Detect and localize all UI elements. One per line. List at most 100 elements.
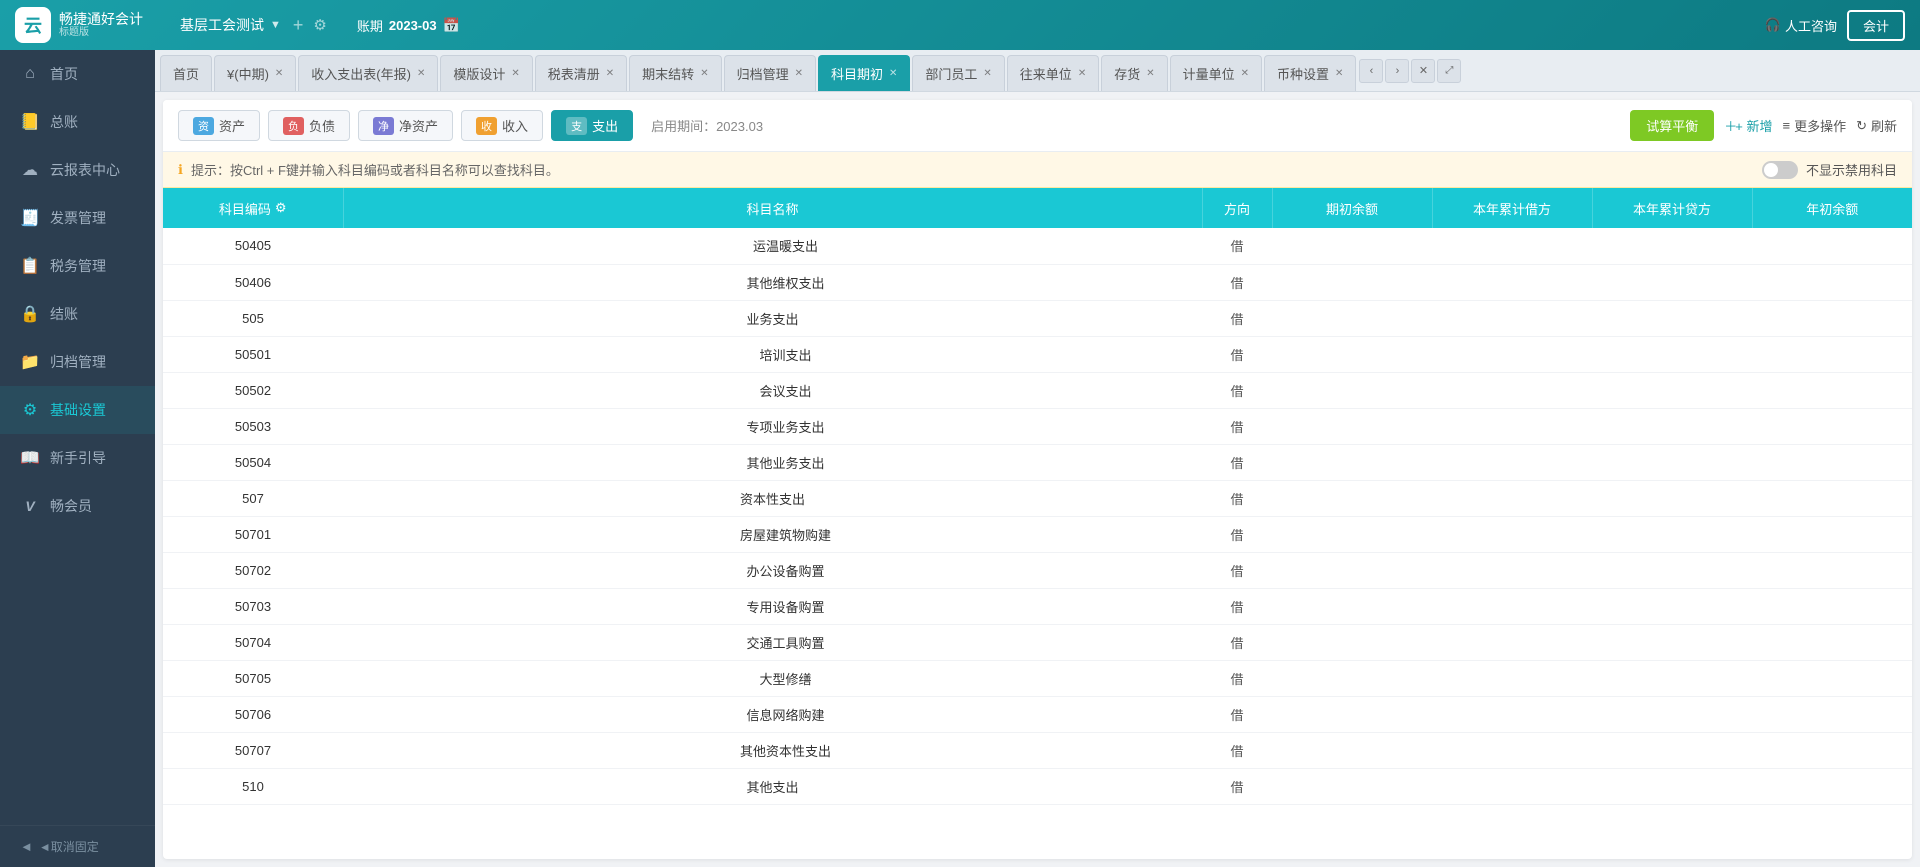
invoice-icon: 🧾 bbox=[20, 208, 40, 228]
th-code-gear[interactable]: 科目编码 ⚙ bbox=[219, 199, 287, 218]
table-row[interactable]: 50701 房屋建筑物购建 借 bbox=[163, 516, 1912, 552]
sidebar-item-close[interactable]: 🔒 结账 bbox=[0, 290, 155, 338]
sidebar-item-home[interactable]: ⌂ 首页 bbox=[0, 50, 155, 98]
add-workspace-btn[interactable]: + bbox=[293, 15, 304, 36]
refresh-btn[interactable]: ↻ 刷新 bbox=[1856, 116, 1897, 135]
tab-template-close[interactable]: ✕ bbox=[511, 68, 519, 79]
content-area: 首页 ¥(中期) ✕ 收入支出表(年报) ✕ 模版设计 ✕ 税表清册 ✕ 期末结… bbox=[155, 50, 1920, 867]
gear-icon[interactable]: ⚙ bbox=[275, 200, 287, 216]
tab-income[interactable]: 收入支出表(年报) ✕ bbox=[298, 55, 438, 91]
table-row[interactable]: 50706 信息网络购建 借 bbox=[163, 696, 1912, 732]
tab-unit-close[interactable]: ✕ bbox=[1078, 68, 1086, 79]
tab-mid[interactable]: ¥(中期) ✕ bbox=[214, 55, 296, 91]
kuaiji-btn[interactable]: 会计 bbox=[1847, 10, 1905, 41]
cell-dir: 借 bbox=[1202, 732, 1272, 768]
disable-toggle[interactable] bbox=[1762, 161, 1798, 179]
archive-icon: 📁 bbox=[20, 352, 40, 372]
sidebar-item-ledger[interactable]: 📒 总账 bbox=[0, 98, 155, 146]
table-row[interactable]: 507 资本性支出 借 bbox=[163, 480, 1912, 516]
sidebar-item-invoice[interactable]: 🧾 发票管理 bbox=[0, 194, 155, 242]
cell-code: 510 bbox=[163, 768, 343, 804]
cell-name: 其他支出 bbox=[343, 768, 1202, 804]
tab-mid-close[interactable]: ✕ bbox=[275, 68, 283, 79]
cell-credit bbox=[1592, 444, 1752, 480]
customer-service-btn[interactable]: 🎧 人工咨询 bbox=[1765, 16, 1837, 35]
tab-dept-close[interactable]: ✕ bbox=[983, 68, 991, 79]
cell-year-balance bbox=[1752, 768, 1912, 804]
header-company[interactable]: 基层工会测试 ▼ + ⚙ bbox=[180, 15, 327, 36]
cell-credit bbox=[1592, 552, 1752, 588]
tab-home[interactable]: 首页 bbox=[160, 55, 212, 91]
cell-code: 505 bbox=[163, 300, 343, 336]
tab-template[interactable]: 模版设计 ✕ bbox=[440, 55, 532, 91]
sub-tab-asset[interactable]: 资 资产 bbox=[178, 110, 260, 141]
table-wrapper: 科目编码 ⚙ 科目名称 方向 期初余额 本年累计借方 本年累计贷方 年初余额 bbox=[163, 188, 1912, 859]
cell-debit bbox=[1432, 264, 1592, 300]
cell-name: 资本性支出 bbox=[343, 480, 1202, 516]
table-row[interactable]: 50503 专项业务支出 借 bbox=[163, 408, 1912, 444]
tab-measure[interactable]: 计量单位 ✕ bbox=[1170, 55, 1262, 91]
tab-archive[interactable]: 归档管理 ✕ bbox=[724, 55, 816, 91]
cell-dir: 借 bbox=[1202, 624, 1272, 660]
cloud-icon: ☁ bbox=[20, 160, 40, 180]
tab-scroll-right[interactable]: › bbox=[1385, 59, 1409, 83]
tab-income-close[interactable]: ✕ bbox=[417, 68, 425, 79]
table-row[interactable]: 50703 专用设备购置 借 bbox=[163, 588, 1912, 624]
calc-balance-btn[interactable]: 试算平衡 bbox=[1630, 110, 1714, 141]
cell-dir: 借 bbox=[1202, 300, 1272, 336]
add-btn[interactable]: ＋ + 新增 bbox=[1724, 116, 1772, 135]
table-row[interactable]: 50707 其他资本性支出 借 bbox=[163, 732, 1912, 768]
tab-archive-close[interactable]: ✕ bbox=[795, 68, 803, 79]
sub-tab-expense[interactable]: 支 支出 bbox=[551, 110, 633, 141]
sub-tab-bar: 资 资产 负 负债 净 净资产 收 收入 支 支出 bbox=[163, 100, 1912, 152]
table-row[interactable]: 50406 其他维权支出 借 bbox=[163, 264, 1912, 300]
tab-stock-close[interactable]: ✕ bbox=[1146, 68, 1154, 79]
sidebar-item-settings[interactable]: ⚙ 基础设置 bbox=[0, 386, 155, 434]
settings-gear-icon[interactable]: ⚙ bbox=[313, 16, 326, 34]
tab-kemuqichu[interactable]: 科目期初 ✕ bbox=[818, 55, 910, 91]
sidebar-item-report[interactable]: ☁ 云报表中心 bbox=[0, 146, 155, 194]
table-row[interactable]: 50705 大型修缮 借 bbox=[163, 660, 1912, 696]
tab-currency[interactable]: 币种设置 ✕ bbox=[1264, 55, 1356, 91]
table-row[interactable]: 505 业务支出 借 bbox=[163, 300, 1912, 336]
table-row[interactable]: 50501 培训支出 借 bbox=[163, 336, 1912, 372]
sub-tab-liability[interactable]: 负 负债 bbox=[268, 110, 350, 141]
cell-code: 50703 bbox=[163, 588, 343, 624]
sidebar-item-tax[interactable]: 📋 税务管理 bbox=[0, 242, 155, 290]
cell-credit bbox=[1592, 336, 1752, 372]
th-credit: 本年累计贷方 bbox=[1592, 188, 1752, 228]
table-row[interactable]: 50504 其他业务支出 借 bbox=[163, 444, 1912, 480]
calendar-icon[interactable]: 📅 bbox=[443, 17, 460, 34]
tab-measure-close[interactable]: ✕ bbox=[1241, 68, 1249, 79]
refresh-icon: ↻ bbox=[1856, 118, 1867, 134]
table-row[interactable]: 50405 运温暖支出 借 bbox=[163, 228, 1912, 264]
cell-credit bbox=[1592, 660, 1752, 696]
net-asset-tag: 净 bbox=[373, 117, 394, 135]
sidebar-item-archive[interactable]: 📁 归档管理 bbox=[0, 338, 155, 386]
tab-period-end[interactable]: 期末结转 ✕ bbox=[629, 55, 721, 91]
tab-period-end-close[interactable]: ✕ bbox=[700, 68, 708, 79]
sub-tab-net-asset[interactable]: 净 净资产 bbox=[358, 110, 453, 141]
table-row[interactable]: 510 其他支出 借 bbox=[163, 768, 1912, 804]
period-label: 启用期间：2023.03 bbox=[651, 116, 763, 135]
table-row[interactable]: 50702 办公设备购置 借 bbox=[163, 552, 1912, 588]
tab-kemuqichu-close[interactable]: ✕ bbox=[889, 68, 897, 79]
tab-tax[interactable]: 税表清册 ✕ bbox=[535, 55, 627, 91]
table-row[interactable]: 50502 会议支出 借 bbox=[163, 372, 1912, 408]
sub-tab-income[interactable]: 收 收入 bbox=[461, 110, 543, 141]
tab-unit[interactable]: 往来单位 ✕ bbox=[1007, 55, 1099, 91]
sidebar-item-member[interactable]: V 畅会员 bbox=[0, 482, 155, 530]
tab-expand[interactable]: ⤢ bbox=[1437, 59, 1461, 83]
sidebar-collapse-btn[interactable]: ◄ ◄取消固定 bbox=[0, 825, 155, 867]
cell-year-balance bbox=[1752, 660, 1912, 696]
tab-scroll-left[interactable]: ‹ bbox=[1359, 59, 1383, 83]
more-ops-btn[interactable]: ≡ 更多操作 bbox=[1782, 116, 1846, 135]
sidebar-item-guide[interactable]: 📖 新手引导 bbox=[0, 434, 155, 482]
tab-dept[interactable]: 部门员工 ✕ bbox=[912, 55, 1004, 91]
tab-close-all[interactable]: ✕ bbox=[1411, 59, 1435, 83]
tab-tax-close[interactable]: ✕ bbox=[606, 68, 614, 79]
tab-currency-close[interactable]: ✕ bbox=[1335, 68, 1343, 79]
cell-balance bbox=[1272, 372, 1432, 408]
tab-stock[interactable]: 存货 ✕ bbox=[1101, 55, 1167, 91]
table-row[interactable]: 50704 交通工具购置 借 bbox=[163, 624, 1912, 660]
